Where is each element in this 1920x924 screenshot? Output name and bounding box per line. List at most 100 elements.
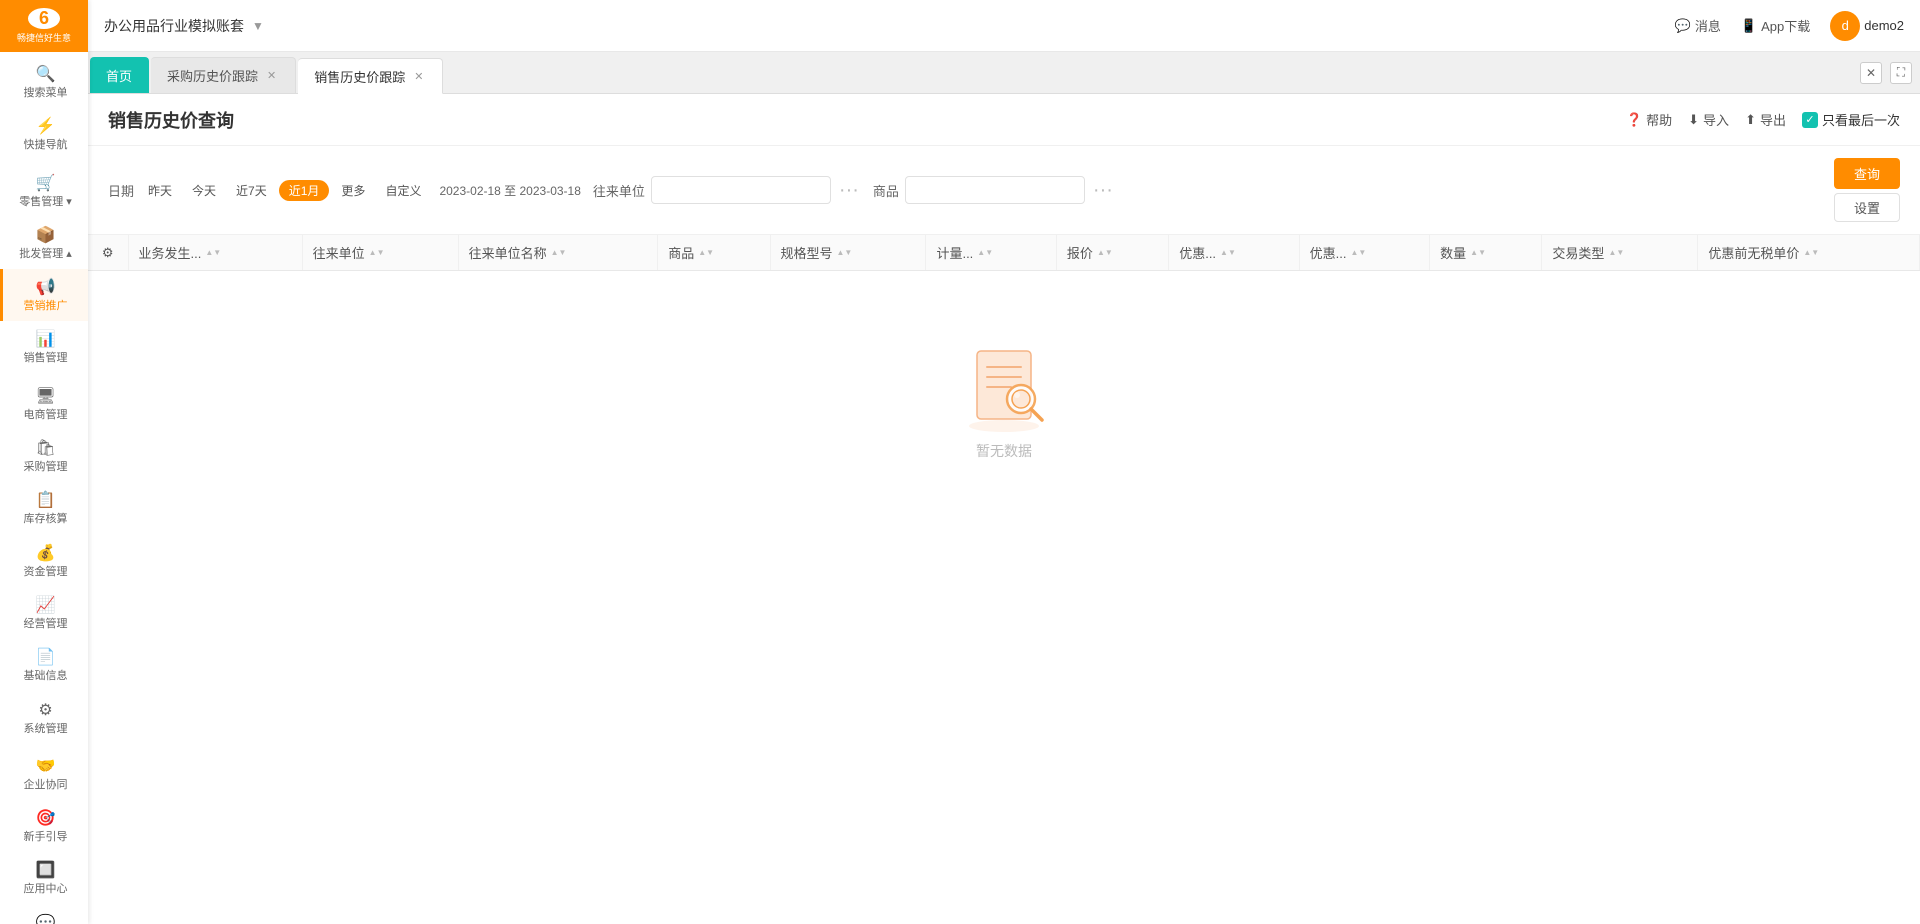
tab-purchase-close[interactable]: ✕	[264, 68, 279, 83]
sort-trade-type[interactable]: ▲▼	[1608, 248, 1624, 257]
partner-input[interactable]	[651, 176, 831, 204]
th-partner-name[interactable]: 往来单位名称 ▲▼	[458, 235, 658, 271]
sidebar-item-quick-nav[interactable]: ⚡ 快捷导航	[0, 108, 88, 160]
sidebar-item-label: 库存核算	[24, 512, 68, 526]
th-discount1[interactable]: 优惠... ▲▼	[1169, 235, 1299, 271]
goods-input[interactable]	[905, 176, 1085, 204]
sidebar-item-operations[interactable]: 📈 经营管理	[0, 587, 88, 639]
goods-more-button[interactable]: ···	[1091, 180, 1115, 200]
sort-discount2[interactable]: ▲▼	[1351, 248, 1367, 257]
sidebar-item-label: 快捷导航	[24, 138, 68, 152]
th-partner[interactable]: 往来单位 ▲▼	[302, 235, 458, 271]
sidebar-item-inventory[interactable]: 📋 库存核算	[0, 482, 88, 534]
sidebar-item-app-center[interactable]: 🔲 应用中心	[0, 852, 88, 904]
tab-sales-close[interactable]: ✕	[411, 69, 426, 84]
sort-unit[interactable]: ▲▼	[977, 248, 993, 257]
enterprise-icon: 🤝	[36, 756, 56, 776]
tab-sales[interactable]: 销售历史价跟踪 ✕	[298, 58, 443, 94]
sidebar-item-purchase-mgmt[interactable]: 🛍 采购管理	[0, 430, 88, 482]
sidebar-item-wholesale[interactable]: 📦 批发管理 ▴	[0, 217, 88, 269]
th-pre-discount-price[interactable]: 优惠前无税单价 ▲▼	[1698, 235, 1920, 271]
app-icon: 📱	[1741, 18, 1757, 34]
th-discount2[interactable]: 优惠... ▲▼	[1299, 235, 1429, 271]
sort-discount1[interactable]: ▲▼	[1220, 248, 1236, 257]
tab-fullscreen-button[interactable]: ⛶	[1890, 62, 1912, 84]
date-custom[interactable]: 自定义	[377, 180, 429, 201]
table-area: ⚙ 业务发生... ▲▼ 往来单位 ▲▼	[88, 235, 1920, 924]
th-qty[interactable]: 数量 ▲▼	[1430, 235, 1542, 271]
app-download-button[interactable]: 📱 App下载	[1741, 16, 1810, 35]
date-yesterday[interactable]: 昨天	[140, 180, 180, 201]
sidebar-item-label: 基础信息	[24, 669, 68, 683]
import-button[interactable]: ⬇ 导入	[1688, 110, 1729, 129]
tab-close-all-button[interactable]: ✕	[1860, 62, 1882, 84]
user-area[interactable]: d demo2	[1830, 11, 1904, 41]
empty-text: 暂无数据	[976, 441, 1032, 461]
page-content: 销售历史价查询 ❓ 帮助 ⬇ 导入 ⬆ 导出 ✓ 只看最后一次	[88, 94, 1920, 924]
workspace-arrow[interactable]: ▼	[252, 19, 264, 33]
filter-area: 日期 昨天 今天 近7天 近1月 更多 自定义 2023-02-18 至 202…	[88, 146, 1920, 235]
sidebar-item-label: 批发管理 ▴	[19, 247, 72, 261]
message-button[interactable]: 💬 消息	[1675, 16, 1721, 35]
date-more[interactable]: 更多	[333, 180, 373, 201]
only-last-checkbox[interactable]: ✓ 只看最后一次	[1802, 110, 1900, 129]
top-header: 办公用品行业模拟账套 ▼ 💬 消息 📱 App下载 d demo2	[88, 0, 1920, 52]
sidebar-item-basic-info[interactable]: 📄 基础信息	[0, 639, 88, 691]
query-button[interactable]: 查询	[1834, 158, 1900, 189]
sidebar-item-retail[interactable]: 🛒 零售管理 ▾	[0, 165, 88, 217]
app-label: App下载	[1761, 16, 1810, 35]
tab-purchase-label: 采购历史价跟踪	[167, 66, 258, 85]
sort-partner[interactable]: ▲▼	[369, 248, 385, 257]
tab-purchase[interactable]: 采购历史价跟踪 ✕	[151, 57, 296, 93]
sales-mgmt-icon: 📊	[36, 329, 56, 349]
sidebar-item-wechat[interactable]: 💬 企业微信	[0, 905, 88, 924]
th-spec[interactable]: 规格型号 ▲▼	[770, 235, 926, 271]
partner-more-button[interactable]: ···	[837, 180, 861, 200]
th-price[interactable]: 报价 ▲▼	[1056, 235, 1168, 271]
help-button[interactable]: ❓ 帮助	[1626, 110, 1672, 129]
sort-spec[interactable]: ▲▼	[837, 248, 853, 257]
sidebar-item-label: 零售管理 ▾	[19, 195, 72, 209]
sidebar-item-label: 企业协同	[24, 778, 68, 792]
workspace-name: 办公用品行业模拟账套	[104, 16, 244, 36]
th-trade-type[interactable]: 交易类型 ▲▼	[1542, 235, 1698, 271]
sidebar-item-marketing[interactable]: 📢 营销推广	[0, 269, 88, 321]
sort-date[interactable]: ▲▼	[205, 248, 221, 257]
partner-label: 往来单位	[593, 181, 645, 200]
date-today[interactable]: 今天	[184, 180, 224, 201]
th-goods[interactable]: 商品 ▲▼	[658, 235, 770, 271]
sidebar: 6 畅捷信好生意 🔍 搜索菜单 ⚡ 快捷导航 🛒 零售管理 ▾ 📦 批发管理 ▴…	[0, 0, 88, 924]
sort-goods[interactable]: ▲▼	[698, 248, 714, 257]
operations-icon: 📈	[36, 595, 56, 615]
sidebar-item-sales-mgmt[interactable]: 📊 销售管理	[0, 321, 88, 373]
checkbox-icon: ✓	[1802, 112, 1818, 128]
sidebar-item-finance[interactable]: 💰 资金管理	[0, 535, 88, 587]
sort-pre-discount[interactable]: ▲▼	[1803, 248, 1819, 257]
search-icon: 🔍	[36, 64, 56, 84]
th-gear[interactable]: ⚙	[88, 235, 128, 271]
sort-price[interactable]: ▲▼	[1097, 248, 1113, 257]
sidebar-item-ecommerce[interactable]: 🖥 电商管理	[0, 378, 88, 430]
th-date[interactable]: 业务发生... ▲▼	[128, 235, 302, 271]
sort-qty[interactable]: ▲▼	[1470, 248, 1486, 257]
export-button[interactable]: ⬆ 导出	[1745, 110, 1786, 129]
date-7days[interactable]: 近7天	[228, 180, 275, 201]
sort-partner-name[interactable]: ▲▼	[551, 248, 567, 257]
settings-button[interactable]: 设置	[1834, 193, 1900, 222]
main-area: 办公用品行业模拟账套 ▼ 💬 消息 📱 App下载 d demo2 首页 采购历…	[88, 0, 1920, 924]
help-icon: ❓	[1626, 112, 1642, 128]
wechat-icon: 💬	[36, 913, 56, 924]
th-unit[interactable]: 计量... ▲▼	[926, 235, 1056, 271]
sidebar-item-guide[interactable]: 🎯 新手引导	[0, 800, 88, 852]
only-last-label: 只看最后一次	[1822, 110, 1900, 129]
tab-home[interactable]: 首页	[90, 57, 149, 93]
sidebar-item-system[interactable]: ⚙ 系统管理	[0, 692, 88, 744]
date-range: 2023-02-18 至 2023-03-18	[439, 182, 580, 199]
sidebar-item-label: 营销推广	[24, 299, 68, 313]
sidebar-item-enterprise[interactable]: 🤝 企业协同	[0, 748, 88, 800]
sidebar-item-label: 电商管理	[24, 408, 68, 422]
sidebar-item-search[interactable]: 🔍 搜索菜单	[0, 56, 88, 108]
date-1month[interactable]: 近1月	[279, 180, 330, 201]
logo-icon: 6	[28, 8, 60, 29]
sidebar-item-label: 系统管理	[24, 722, 68, 736]
